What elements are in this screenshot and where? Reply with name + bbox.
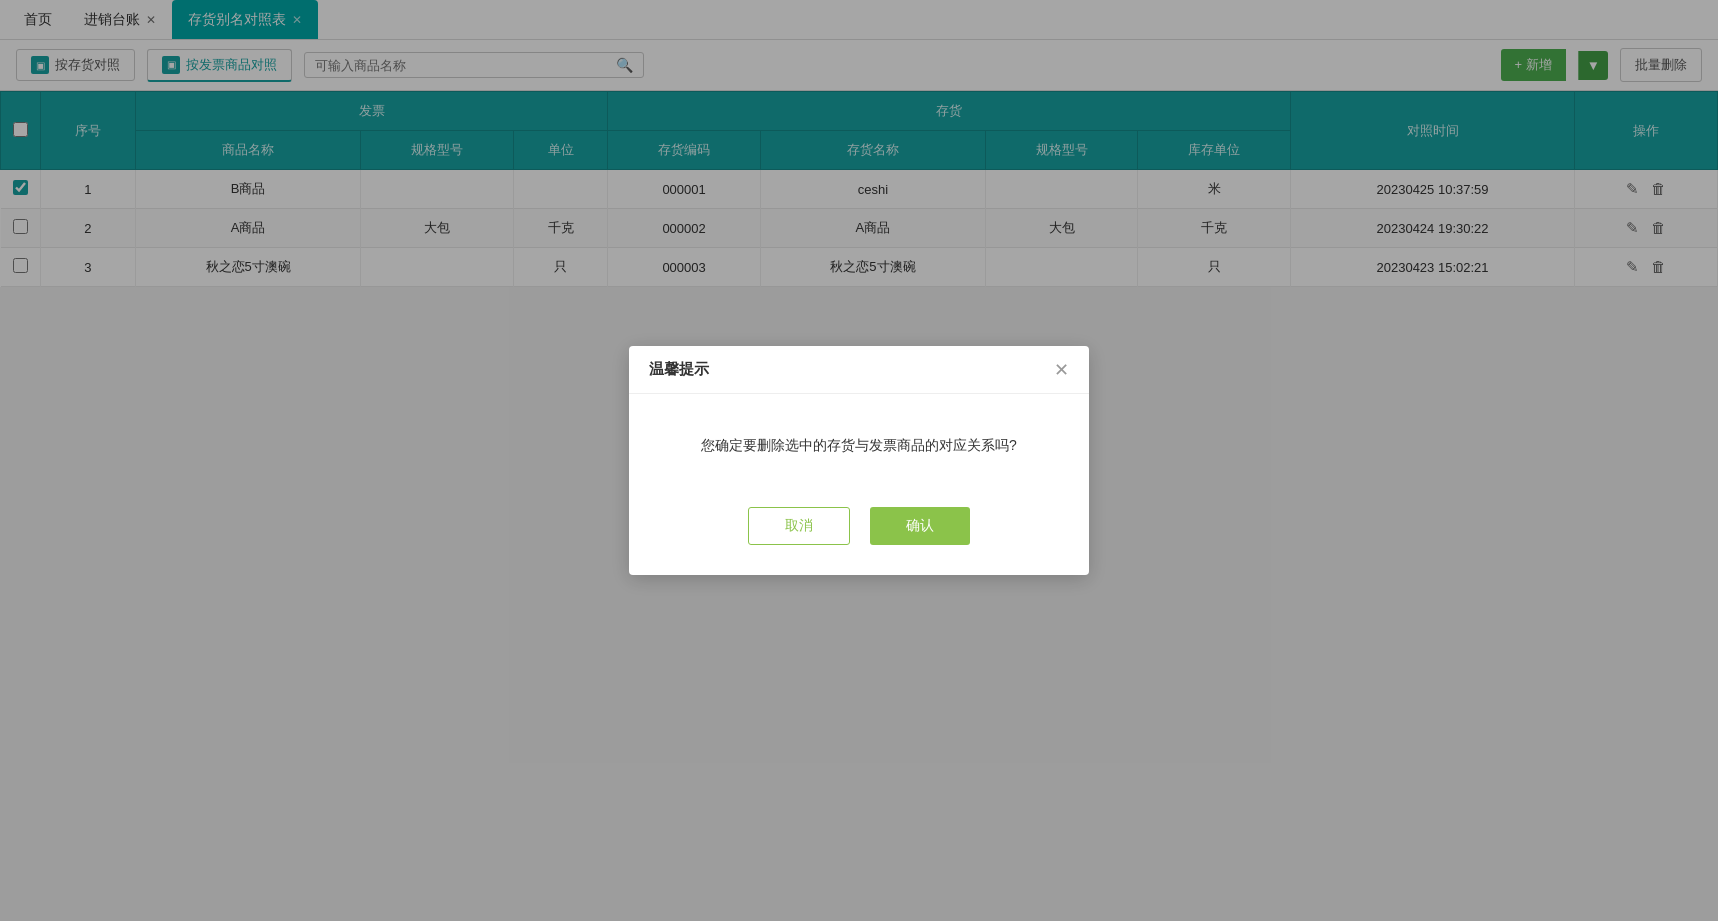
confirm-overlay: 温馨提示 ✕ 您确定要删除选中的存货与发票商品的对应关系吗? 取消 确认 xyxy=(0,0,1718,287)
